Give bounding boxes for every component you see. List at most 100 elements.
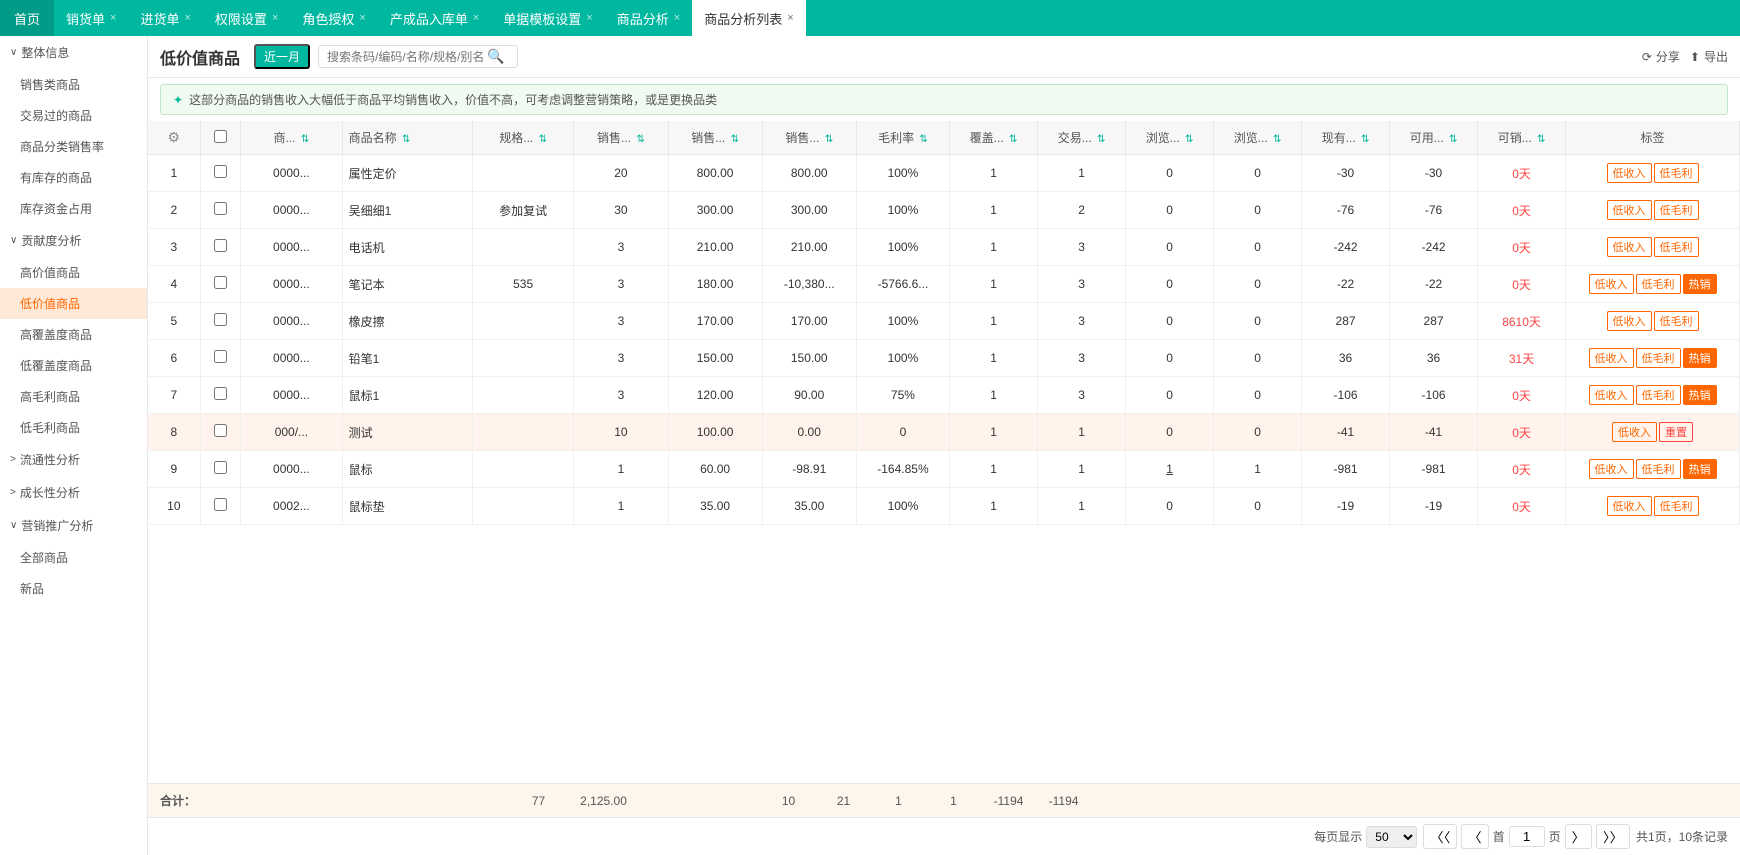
- sidebar-item-new-products[interactable]: 新品: [0, 573, 147, 604]
- sidebar-item-low-margin[interactable]: 低毛利商品: [0, 412, 147, 443]
- nav-role[interactable]: 角色授权 ×: [290, 0, 377, 36]
- total-records: 共1页，10条记录: [1636, 828, 1728, 845]
- sidebar-item-high-coverage[interactable]: 高覆盖度商品: [0, 319, 147, 350]
- nav-permission[interactable]: 权限设置 ×: [203, 0, 290, 36]
- sidebar-item-low-coverage[interactable]: 低覆盖度商品: [0, 350, 147, 381]
- close-icon[interactable]: ×: [110, 12, 116, 24]
- th-sale3[interactable]: 销售... ⇅: [762, 121, 856, 155]
- row-checkbox[interactable]: [214, 424, 227, 437]
- close-icon[interactable]: ×: [272, 12, 278, 24]
- settings-icon[interactable]: ⚙: [168, 129, 181, 145]
- sidebar-item-stock-funds[interactable]: 库存资金占用: [0, 193, 147, 224]
- sidebar-group-title-overview[interactable]: ∨ 整体信息: [0, 36, 147, 69]
- sidebar-item-all-products[interactable]: 全部商品: [0, 542, 147, 573]
- th-sellable[interactable]: 可销... ⇅: [1478, 121, 1566, 155]
- search-input[interactable]: [327, 50, 487, 64]
- sidebar-group-title-contribution[interactable]: ∨ 贡献度分析: [0, 224, 147, 257]
- row-checkbox-cell: [200, 414, 241, 451]
- row-avail: -22: [1390, 266, 1478, 303]
- sidebar-group-title-marketing[interactable]: ∨ 营销推广分析: [0, 509, 147, 542]
- sidebar-item-high-margin[interactable]: 高毛利商品: [0, 381, 147, 412]
- row-margin: 100%: [856, 303, 949, 340]
- row-checkbox[interactable]: [214, 276, 227, 289]
- th-browse2[interactable]: 浏览... ⇅: [1214, 121, 1302, 155]
- th-sale2[interactable]: 销售... ⇅: [668, 121, 762, 155]
- sidebar-group-title-growth[interactable]: > 成长性分析: [0, 476, 147, 509]
- th-margin[interactable]: 毛利率 ⇅: [856, 121, 949, 155]
- row-checkbox-cell: [200, 266, 241, 303]
- row-num: 9: [148, 451, 200, 488]
- row-checkbox[interactable]: [214, 387, 227, 400]
- content-area: 低价值商品 近一月 🔍 ⟳ 分享 ⬆ 导出 ✦ 这部分商品的销售收入大幅低于商品…: [148, 36, 1740, 855]
- tag-badge: 低收入: [1607, 496, 1652, 516]
- sidebar-item-traded-products[interactable]: 交易过的商品: [0, 100, 147, 131]
- sidebar-item-stocked-products[interactable]: 有库存的商品: [0, 162, 147, 193]
- page-number-input[interactable]: [1509, 826, 1545, 847]
- row-browse1: 0: [1126, 377, 1214, 414]
- sidebar-item-sales-products[interactable]: 销售类商品: [0, 69, 147, 100]
- th-cover[interactable]: 覆盖... ⇅: [950, 121, 1038, 155]
- row-checkbox[interactable]: [214, 165, 227, 178]
- share-button[interactable]: ⟳ 分享: [1642, 48, 1680, 65]
- filter-month-btn[interactable]: 近一月: [254, 44, 310, 69]
- table-container: ⚙ 商... ⇅ 商品名称 ⇅: [148, 121, 1740, 783]
- row-avail: -30: [1390, 155, 1478, 192]
- th-stock[interactable]: 现有... ⇅: [1302, 121, 1390, 155]
- th-code[interactable]: 商... ⇅: [241, 121, 342, 155]
- close-icon[interactable]: ×: [674, 12, 680, 24]
- nav-product-analysis[interactable]: 商品分析 ×: [605, 0, 692, 36]
- close-icon[interactable]: ×: [359, 12, 365, 24]
- row-tags: 低收入低毛利热销: [1566, 340, 1740, 377]
- row-checkbox[interactable]: [214, 498, 227, 511]
- row-checkbox[interactable]: [214, 313, 227, 326]
- first-page-btn[interactable]: 〈〈: [1423, 824, 1457, 849]
- close-icon[interactable]: ×: [787, 12, 793, 24]
- last-page-btn[interactable]: 〉〉: [1596, 824, 1630, 849]
- close-icon[interactable]: ×: [473, 12, 479, 24]
- sidebar-item-category-sales-rate[interactable]: 商品分类销售率: [0, 131, 147, 162]
- nav-product-analysis-list[interactable]: 商品分析列表 ×: [692, 0, 805, 36]
- row-trade: 3: [1038, 377, 1126, 414]
- select-all-checkbox[interactable]: [214, 130, 227, 143]
- search-icon[interactable]: 🔍: [487, 48, 504, 65]
- sidebar-item-low-value[interactable]: 低价值商品: [0, 288, 147, 319]
- nav-template[interactable]: 单据模板设置 ×: [491, 0, 604, 36]
- row-tags: 低收入低毛利热销: [1566, 266, 1740, 303]
- row-code: 0000...: [241, 340, 342, 377]
- row-spec: [472, 229, 573, 266]
- per-page-select[interactable]: 50 100: [1366, 826, 1417, 848]
- export-button[interactable]: ⬆ 导出: [1690, 48, 1728, 65]
- row-sale1: 10: [574, 414, 668, 451]
- close-icon[interactable]: ×: [184, 12, 190, 24]
- nav-product-storage[interactable]: 产成品入库单 ×: [378, 0, 491, 36]
- row-checkbox[interactable]: [214, 461, 227, 474]
- tag-badge: 低毛利: [1654, 237, 1699, 257]
- row-checkbox[interactable]: [214, 239, 227, 252]
- th-trade[interactable]: 交易... ⇅: [1038, 121, 1126, 155]
- notice-icon: ✦: [173, 93, 183, 107]
- row-num: 3: [148, 229, 200, 266]
- footer-browse1: 1: [871, 794, 926, 808]
- nav-sales[interactable]: 销货单 ×: [54, 0, 128, 36]
- nav-purchase[interactable]: 进货单 ×: [128, 0, 202, 36]
- sidebar-group-flow: > 流通性分析: [0, 443, 147, 476]
- row-browse1[interactable]: 1: [1126, 451, 1214, 488]
- th-browse1[interactable]: 浏览... ⇅: [1126, 121, 1214, 155]
- close-icon[interactable]: ×: [586, 12, 592, 24]
- row-tags: 低收入低毛利热销: [1566, 377, 1740, 414]
- sidebar-group-title-flow[interactable]: > 流通性分析: [0, 443, 147, 476]
- row-name: 笔记本: [342, 266, 472, 303]
- nav-home[interactable]: 首页: [0, 0, 54, 36]
- row-spec: [472, 377, 573, 414]
- table-footer: 合计： 77 2,125.00 10 21 1 1 -1194 -1194: [148, 783, 1740, 817]
- th-spec[interactable]: 规格... ⇅: [472, 121, 573, 155]
- row-checkbox[interactable]: [214, 202, 227, 215]
- th-avail[interactable]: 可用... ⇅: [1390, 121, 1478, 155]
- th-sale1[interactable]: 销售... ⇅: [574, 121, 668, 155]
- sidebar-item-high-value[interactable]: 高价值商品: [0, 257, 147, 288]
- prev-page-btn[interactable]: 〈: [1461, 824, 1488, 849]
- row-trade: 3: [1038, 229, 1126, 266]
- row-checkbox[interactable]: [214, 350, 227, 363]
- th-name[interactable]: 商品名称 ⇅: [342, 121, 472, 155]
- next-page-btn[interactable]: 〉: [1565, 824, 1592, 849]
